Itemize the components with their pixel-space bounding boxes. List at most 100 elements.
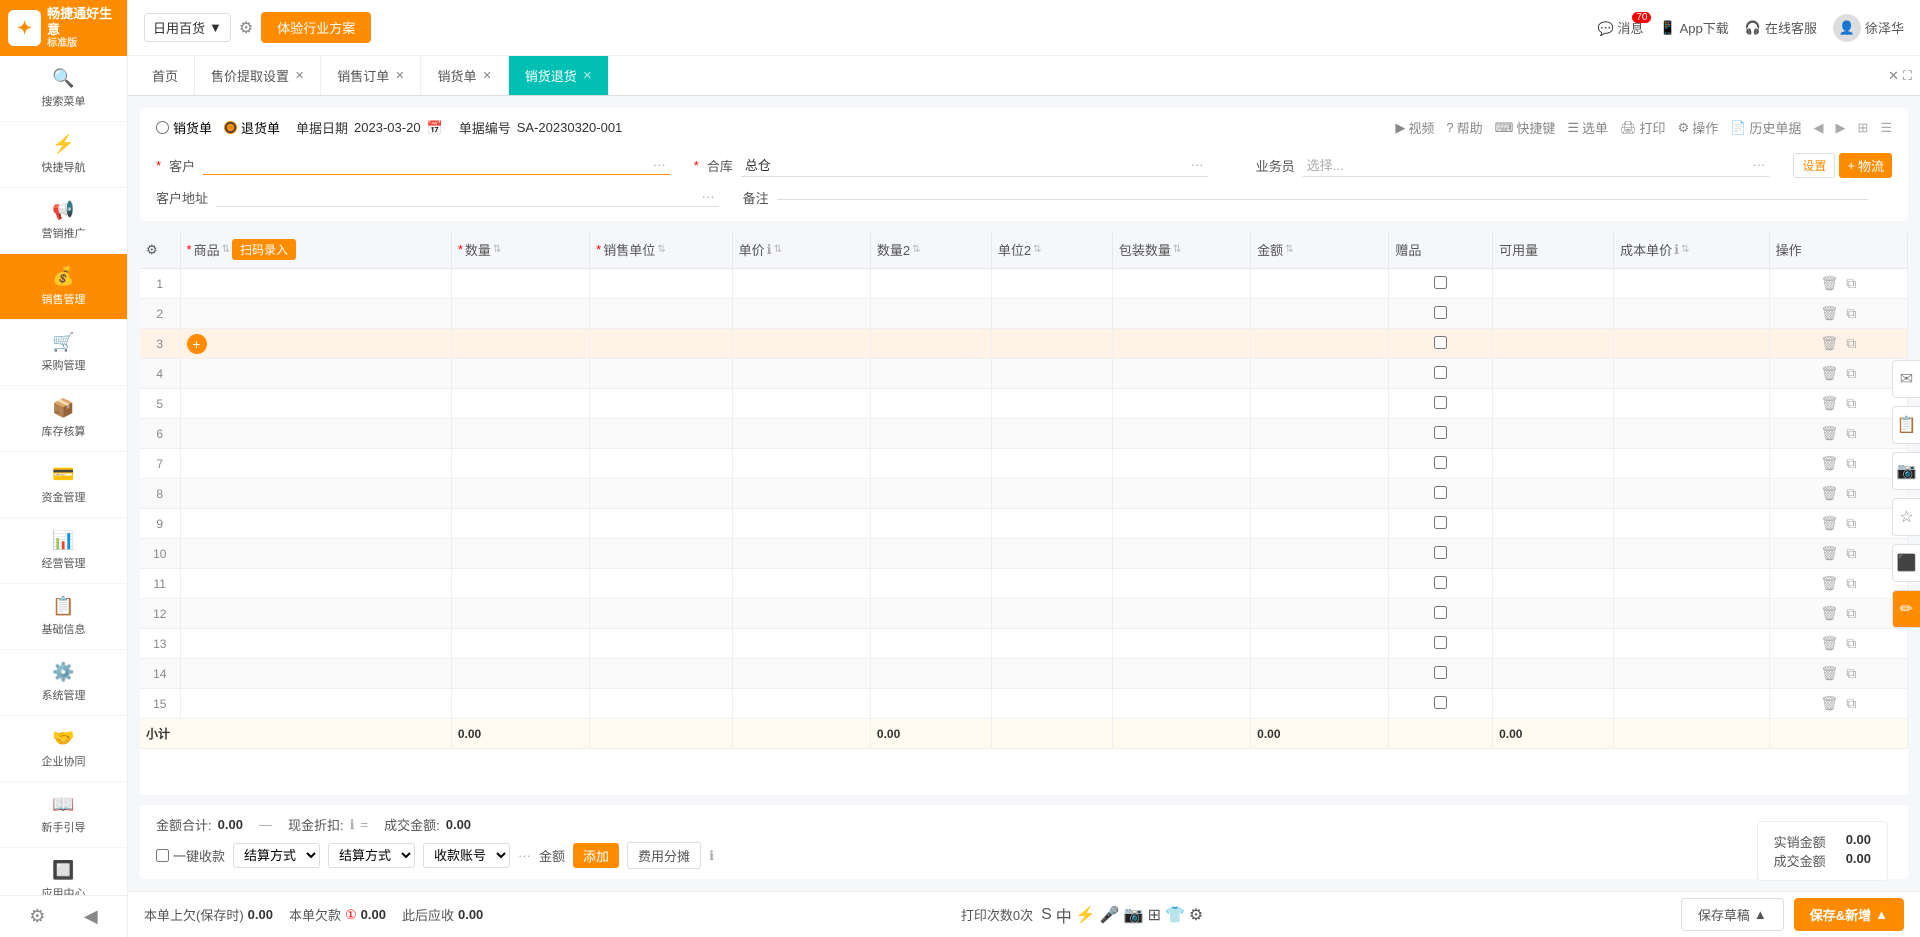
sort-icon[interactable]: ⇅ xyxy=(1033,244,1041,255)
delete-icon[interactable]: 🗑 xyxy=(1820,635,1838,652)
gift-checkbox[interactable] xyxy=(1434,456,1447,469)
gift-checkbox[interactable] xyxy=(1434,516,1447,529)
gift-cell[interactable] xyxy=(1389,389,1493,419)
delete-icon[interactable]: 🗑 xyxy=(1820,515,1838,532)
right-panel-btn-1[interactable]: ✉ xyxy=(1892,360,1920,398)
sidebar-item-guide[interactable]: 📖 新手引导 xyxy=(0,782,127,848)
tab-close-icon[interactable]: ✕ xyxy=(295,69,304,82)
online-support-btn[interactable]: 🎧 在线客服 xyxy=(1745,18,1817,37)
gift-cell[interactable] xyxy=(1389,569,1493,599)
copy-icon[interactable]: ⧉ xyxy=(1846,335,1856,352)
fee-btn[interactable]: 费用分摊 xyxy=(627,842,701,869)
settings-footer-icon[interactable]: ⚙ xyxy=(29,906,45,927)
delete-icon[interactable]: 🗑 xyxy=(1820,455,1838,472)
gift-checkbox[interactable] xyxy=(1434,606,1447,619)
sidebar-item-appstore[interactable]: 🔲 应用中心 xyxy=(0,848,127,895)
gift-checkbox[interactable] xyxy=(1434,546,1447,559)
gift-cell[interactable] xyxy=(1389,449,1493,479)
radio-return[interactable]: 退货单 xyxy=(224,118,280,137)
gift-checkbox[interactable] xyxy=(1434,696,1447,709)
toolbar-history[interactable]: 📄 历史单据 xyxy=(1730,118,1801,137)
product-cell[interactable] xyxy=(180,659,451,689)
settings-button[interactable]: 设置 xyxy=(1793,153,1835,178)
close-all-tabs[interactable]: ✕ ⛶ xyxy=(1888,68,1912,84)
gift-cell[interactable] xyxy=(1389,629,1493,659)
product-cell[interactable] xyxy=(180,509,451,539)
delete-icon[interactable]: 🗑 xyxy=(1820,545,1838,562)
gift-checkbox[interactable] xyxy=(1434,426,1447,439)
delete-icon[interactable]: 🗑 xyxy=(1820,605,1838,622)
warehouse-dots[interactable]: ··· xyxy=(1191,157,1204,172)
remark-input[interactable] xyxy=(777,195,1868,200)
save-new-btn[interactable]: 保存&新增 ▲ xyxy=(1794,898,1904,931)
address-dots[interactable]: ··· xyxy=(702,189,715,204)
calc-method-select[interactable]: 结算方式 xyxy=(328,843,415,868)
gift-cell[interactable] xyxy=(1389,599,1493,629)
copy-icon[interactable]: ⧉ xyxy=(1846,575,1856,592)
copy-icon[interactable]: ⧉ xyxy=(1846,275,1856,292)
tool7-icon[interactable]: ⚙ xyxy=(1189,905,1203,925)
account-select[interactable]: 收款账号 账号 xyxy=(423,843,510,868)
copy-icon[interactable]: ⧉ xyxy=(1846,515,1856,532)
gift-checkbox[interactable] xyxy=(1434,306,1447,319)
sidebar-item-search[interactable]: 🔍 搜索菜单 xyxy=(0,56,127,122)
sort-icon[interactable]: ⇅ xyxy=(657,244,665,255)
delete-icon[interactable]: 🗑 xyxy=(1820,425,1838,442)
delete-icon[interactable]: 🗑 xyxy=(1820,575,1838,592)
th-gear[interactable]: ⚙ xyxy=(140,231,180,269)
gift-cell[interactable] xyxy=(1389,329,1493,359)
copy-icon[interactable]: ⧉ xyxy=(1846,455,1856,472)
logistics-button[interactable]: + 物流 xyxy=(1839,153,1892,178)
tab-close-icon[interactable]: ✕ xyxy=(583,69,592,82)
toolbar-print[interactable]: 🖨 打印 xyxy=(1620,118,1666,137)
delete-icon[interactable]: 🗑 xyxy=(1820,275,1838,292)
sort-icon[interactable]: ⇅ xyxy=(774,244,782,255)
product-cell[interactable] xyxy=(180,539,451,569)
gift-checkbox[interactable] xyxy=(1434,276,1447,289)
tool1-icon[interactable]: 中 xyxy=(1056,903,1072,927)
product-cell[interactable] xyxy=(180,629,451,659)
toolbar-select[interactable]: ☰ 选单 xyxy=(1567,118,1608,137)
copy-icon[interactable]: ⧉ xyxy=(1846,695,1856,712)
add-btn[interactable]: 添加 xyxy=(573,843,619,868)
gift-cell[interactable] xyxy=(1389,659,1493,689)
gift-cell[interactable] xyxy=(1389,689,1493,719)
sort-icon[interactable]: ⇅ xyxy=(1285,244,1293,255)
app-download-btn[interactable]: 📱 App下载 xyxy=(1659,18,1728,37)
copy-icon[interactable]: ⧉ xyxy=(1846,545,1856,562)
toolbar-shortcut[interactable]: ⌨ 快捷键 xyxy=(1495,118,1556,137)
warehouse-input[interactable]: 总仓 ··· xyxy=(741,153,1208,177)
sort-icon[interactable]: ⇅ xyxy=(222,244,230,255)
copy-icon[interactable]: ⧉ xyxy=(1846,485,1856,502)
sidebar-item-finance[interactable]: 💳 资金管理 xyxy=(0,452,127,518)
gift-checkbox[interactable] xyxy=(1434,396,1447,409)
tool3-icon[interactable]: 🎤 xyxy=(1100,905,1120,925)
gift-checkbox[interactable] xyxy=(1434,336,1447,349)
product-cell[interactable] xyxy=(180,389,451,419)
tab-price-setting[interactable]: 售价提取设置 ✕ xyxy=(195,56,321,95)
collapse-icon[interactable]: ◀ xyxy=(84,906,98,927)
delete-icon[interactable]: 🗑 xyxy=(1820,665,1838,682)
delete-icon[interactable]: 🗑 xyxy=(1820,695,1838,712)
account-dots[interactable]: ··· xyxy=(518,848,531,863)
delete-icon[interactable]: 🗑 xyxy=(1820,395,1838,412)
gift-cell[interactable] xyxy=(1389,299,1493,329)
copy-icon[interactable]: ⧉ xyxy=(1846,305,1856,322)
message-btn[interactable]: 💬 70 消息 xyxy=(1598,18,1644,37)
right-panel-btn-3[interactable]: 📷 xyxy=(1892,452,1920,490)
gift-checkbox[interactable] xyxy=(1434,366,1447,379)
customer-dots[interactable]: ··· xyxy=(653,157,666,172)
product-cell[interactable] xyxy=(180,269,451,299)
product-cell[interactable] xyxy=(180,569,451,599)
gift-cell[interactable] xyxy=(1389,509,1493,539)
sort-icon[interactable]: ⇅ xyxy=(912,244,920,255)
gift-cell[interactable] xyxy=(1389,479,1493,509)
topbar-gear-icon[interactable]: ⚙ xyxy=(239,18,253,38)
product-cell[interactable] xyxy=(180,689,451,719)
delete-icon[interactable]: 🗑 xyxy=(1820,335,1838,352)
gift-checkbox[interactable] xyxy=(1434,636,1447,649)
address-input[interactable]: ··· xyxy=(216,187,719,207)
right-panel-btn-4[interactable]: ☆ xyxy=(1892,498,1920,536)
product-cell[interactable] xyxy=(180,479,451,509)
list-view-icon[interactable]: ☰ xyxy=(1880,120,1892,136)
